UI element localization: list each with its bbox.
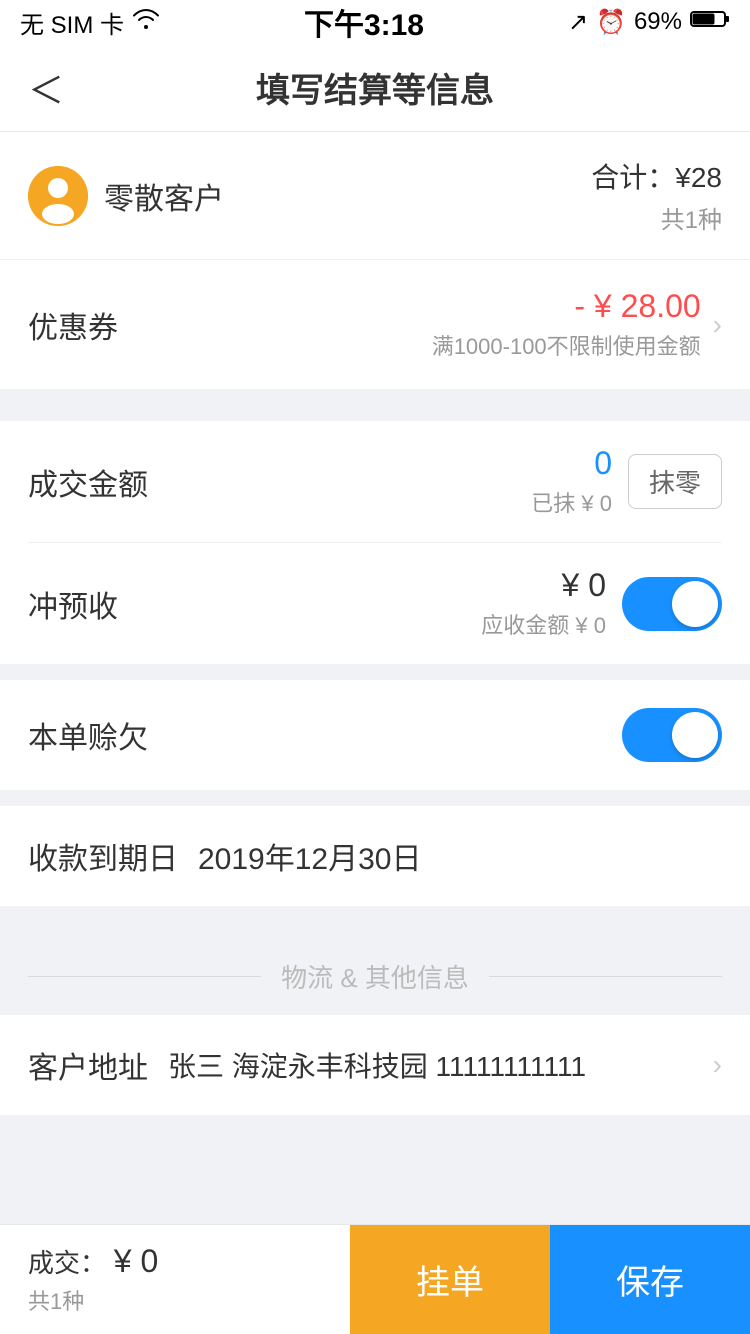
divider-2 [0,664,750,680]
nav-bar: ＜ 填写结算等信息 [0,44,750,132]
customer-right: 合计：¥28 共1种 [591,156,722,235]
prepay-toggle[interactable] [622,577,722,631]
prepay-label: 冲预收 [28,582,118,626]
debt-toggle[interactable] [622,708,722,762]
logistics-divider: 物流 & 其他信息 [0,938,750,1015]
logistics-line-right [489,976,722,977]
round-off-button[interactable]: 抹零 [628,454,722,509]
status-bar: 无 SIM 卡 下午3:18 ↗ ⏰ 69% [0,0,750,44]
address-chevron-icon: › [713,1049,722,1081]
wifi-icon [132,8,160,36]
debt-label: 本单赊欠 [28,713,148,757]
deal-amount-row: 成交金额 0 已抹 ¥ 0 抹零 [28,421,722,543]
due-date-label: 收款到期日 [28,834,178,878]
deal-amount-label: 成交金额 [28,460,148,504]
logistics-label: 物流 & 其他信息 [261,958,489,995]
bottom-deal-row: 成交： ¥ 0 [28,1243,350,1280]
alarm-icon: ⏰ [596,8,626,37]
prepay-receivable: 应收金额 ¥ 0 [481,608,606,640]
prepay-right: ¥ 0 应收金额 ¥ 0 [481,567,722,640]
coupon-right: - ¥ 28.00 满1000-100不限制使用金额 › [432,288,722,361]
prepay-row: 冲预收 ¥ 0 应收金额 ¥ 0 [28,543,722,664]
main-content: 零散客户 合计：¥28 共1种 优惠券 - ¥ 28.00 满1000-100不… [0,132,750,1245]
location-icon: ↗ [568,8,588,37]
coupon-desc: 满1000-100不限制使用金额 [432,329,701,361]
address-value: 张三 海淀永丰科技园 11111111111 [168,1045,709,1085]
customer-name: 零散客户 [104,174,224,218]
status-right: ↗ ⏰ 69% [568,8,730,37]
divider-3 [0,922,750,938]
bottom-deal-label: 成交： [28,1248,106,1278]
deal-amount-value: 0 [531,445,612,482]
status-time: 下午3:18 [304,0,424,44]
debt-toggle-knob [672,712,718,758]
debt-section: 本单赊欠 [0,680,750,790]
coupon-amount: - ¥ 28.00 [432,288,701,325]
bottom-buttons: 挂单 保存 [350,1225,750,1334]
bottom-bar: 成交： ¥ 0 共1种 挂单 保存 [0,1224,750,1334]
customer-row: 零散客户 合计：¥28 共1种 [0,132,750,259]
bottom-info: 成交： ¥ 0 共1种 [0,1243,350,1316]
toggle-knob [672,581,718,627]
deal-value-col: 0 已抹 ¥ 0 [531,445,612,518]
deal-amount-sub: 已抹 ¥ 0 [531,486,612,518]
total-amount: 合计：¥28 [591,156,722,196]
battery-level: 69% [634,8,682,36]
coupon-label: 优惠券 [28,303,118,347]
prepay-amount: ¥ 0 [481,567,606,604]
bottom-deal-amount: ¥ 0 [114,1243,158,1279]
page-title: 填写结算等信息 [256,63,494,112]
back-button[interactable]: ＜ [28,62,64,114]
total-count: 共1种 [591,200,722,235]
due-date-value: 2019年12月30日 [198,834,421,878]
transaction-section: 成交金额 0 已抹 ¥ 0 抹零 冲预收 ¥ 0 应收金额 ¥ 0 [0,421,750,664]
avatar [28,166,88,226]
address-section[interactable]: 客户地址 张三 海淀永丰科技园 11111111111 › [0,1015,750,1115]
customer-left: 零散客户 [28,166,224,226]
customer-section: 零散客户 合计：¥28 共1种 优惠券 - ¥ 28.00 满1000-100不… [0,132,750,389]
sim-status: 无 SIM 卡 [20,5,124,40]
coupon-value-col: - ¥ 28.00 满1000-100不限制使用金额 [432,288,701,361]
due-date-row: 收款到期日 2019年12月30日 [28,834,722,878]
status-left: 无 SIM 卡 [20,5,160,40]
due-date-section: 收款到期日 2019年12月30日 [0,806,750,906]
logistics-line-left [28,976,261,977]
coupon-row[interactable]: 优惠券 - ¥ 28.00 满1000-100不限制使用金额 › [0,259,750,389]
chevron-right-icon: › [713,309,722,341]
prepay-value-col: ¥ 0 应收金额 ¥ 0 [481,567,606,640]
battery-icon [690,8,730,36]
save-button[interactable]: 保存 [550,1225,750,1334]
address-label: 客户地址 [28,1043,148,1087]
hang-order-button[interactable]: 挂单 [350,1225,550,1334]
divider-1 [0,405,750,421]
deal-amount-right: 0 已抹 ¥ 0 抹零 [531,445,722,518]
bottom-deal-count: 共1种 [28,1284,350,1316]
